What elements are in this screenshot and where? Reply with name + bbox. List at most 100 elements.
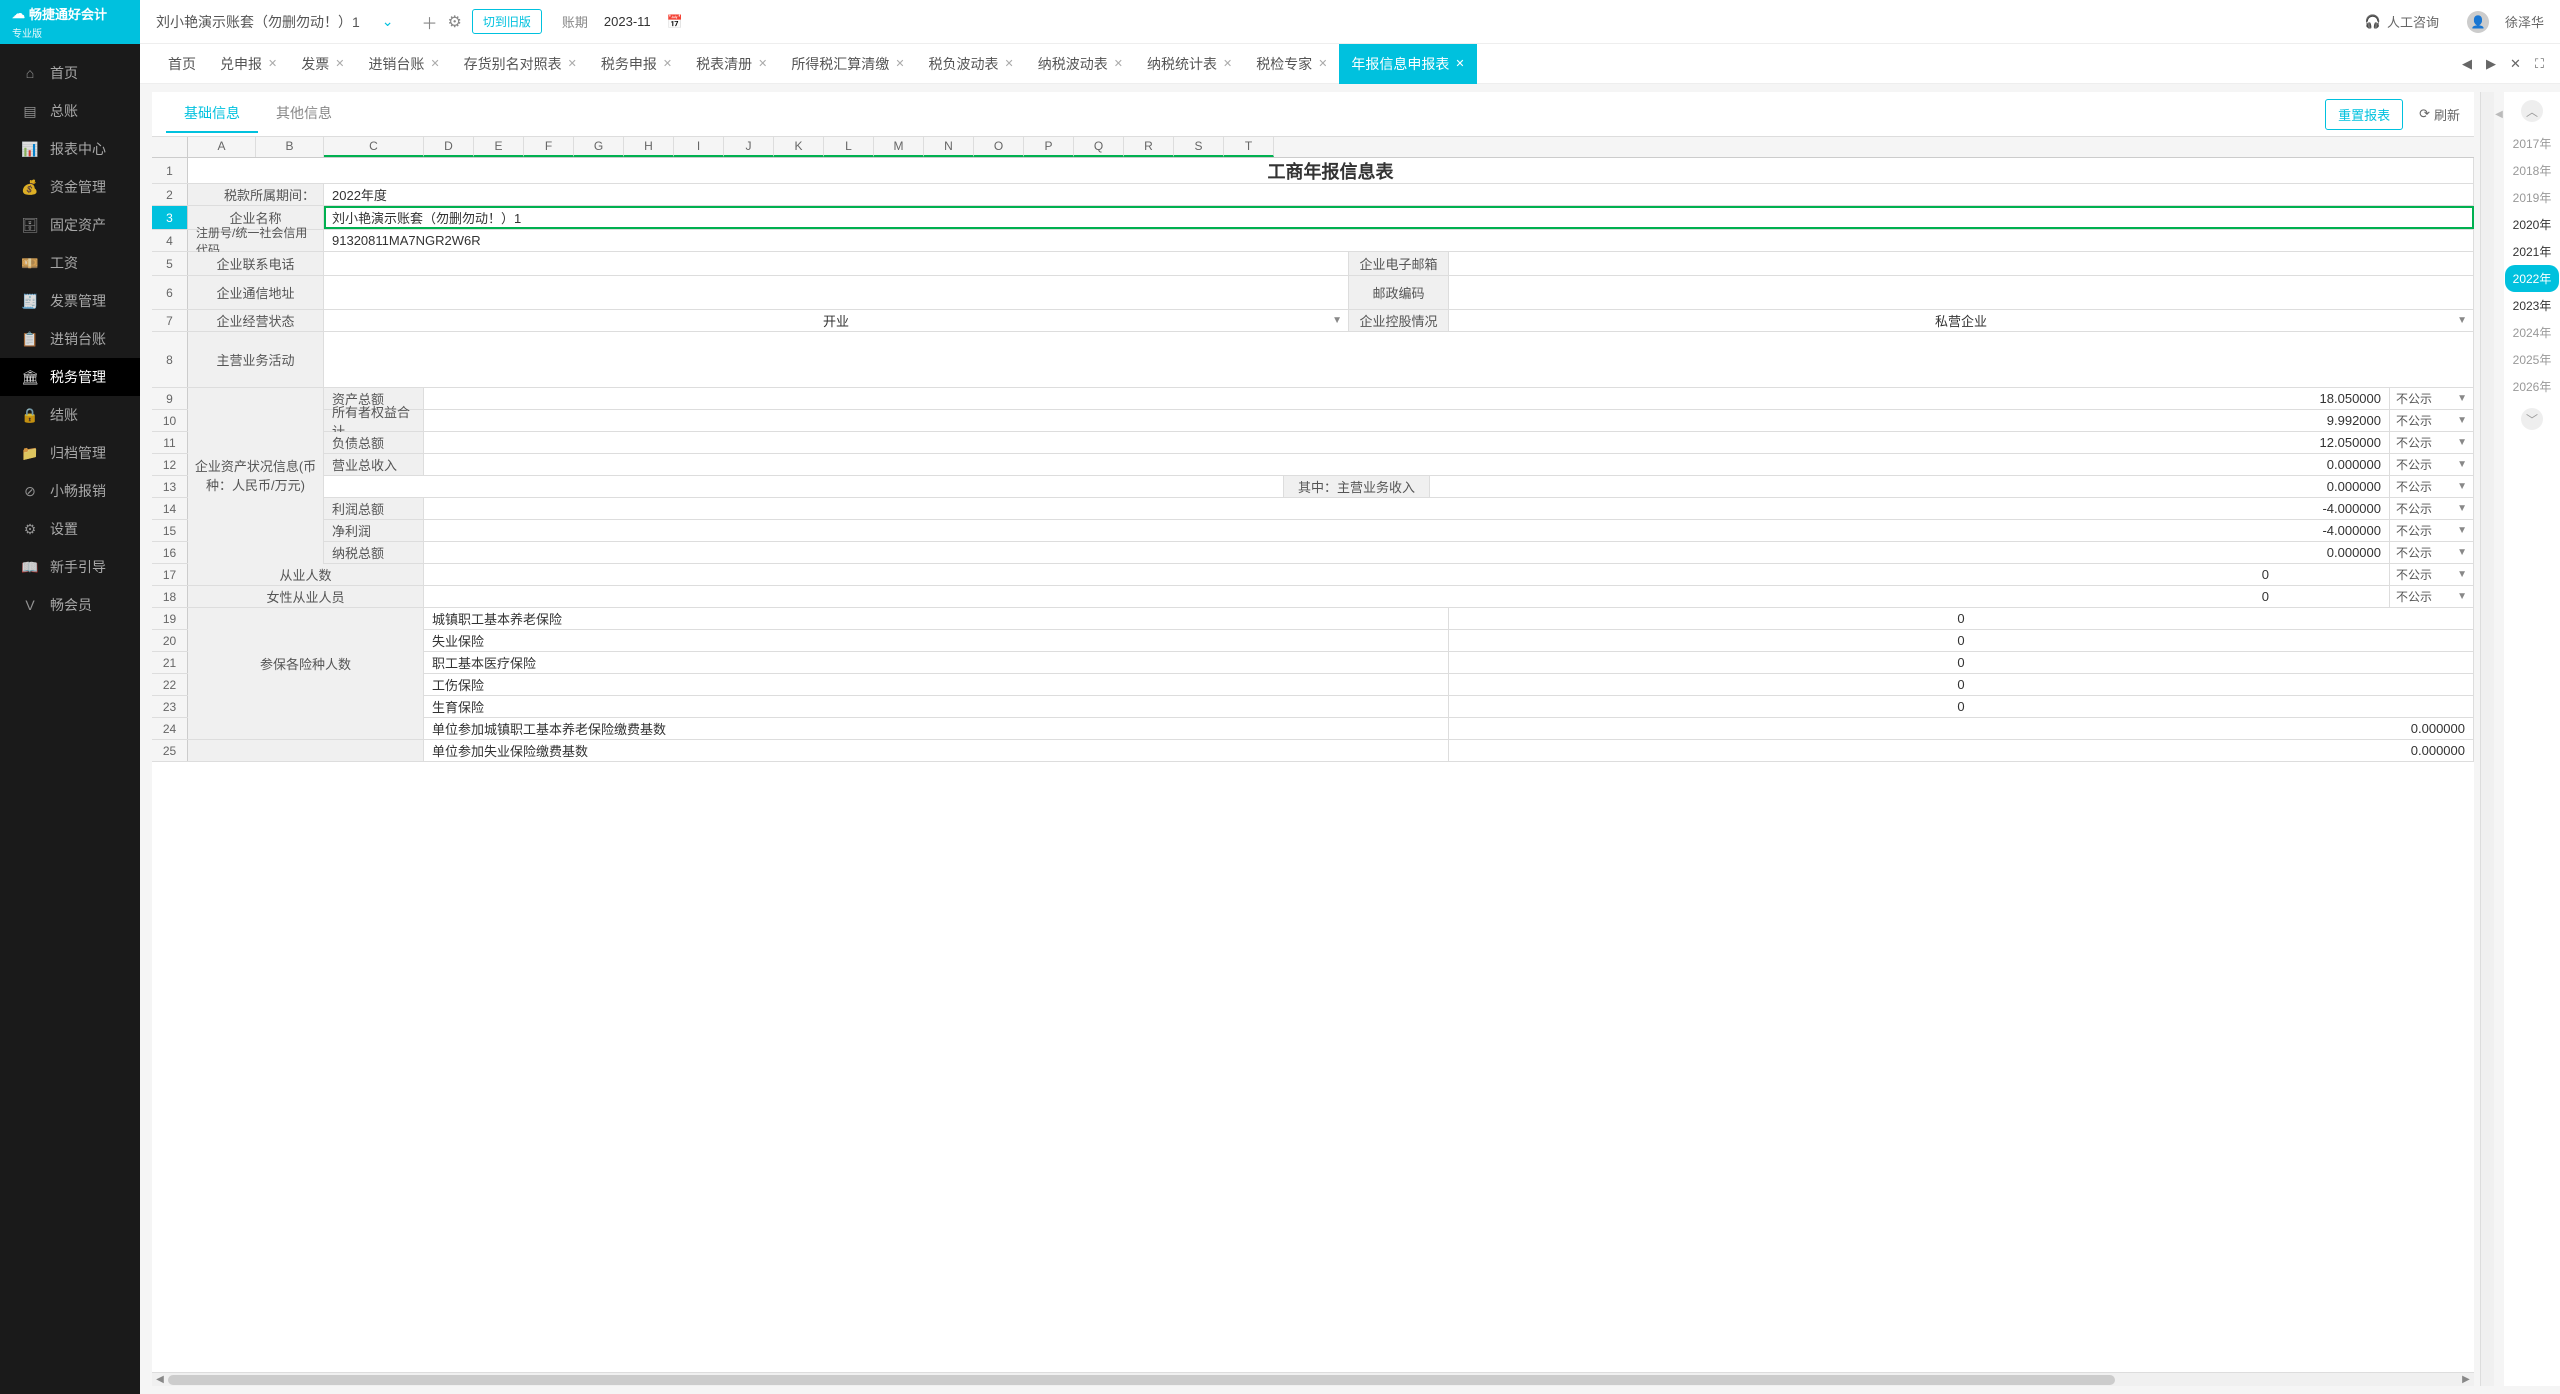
row-number[interactable]: 10 — [152, 410, 188, 431]
period-value[interactable]: 2023-11 — [604, 14, 651, 29]
close-icon[interactable]: ✕ — [1005, 57, 1014, 70]
publish-dropdown[interactable]: 不公示▼ — [2390, 542, 2474, 563]
row-number[interactable]: 25 — [152, 740, 188, 761]
year-up-icon[interactable]: ︿ — [2521, 100, 2543, 122]
nav-item-ledger[interactable]: ▤总账 — [0, 92, 140, 130]
publish-dropdown[interactable]: 不公示▼ — [2390, 410, 2474, 431]
plus-icon[interactable]: ＋ — [422, 10, 438, 34]
col-header[interactable]: P — [1024, 137, 1074, 157]
row-number[interactable]: 7 — [152, 310, 188, 331]
nav-item-invoice[interactable]: 🧾发票管理 — [0, 282, 140, 320]
col-header[interactable]: F — [524, 137, 574, 157]
company-name-cell[interactable]: 刘小艳演示账套（勿删勿动！）1 — [324, 206, 2474, 229]
publish-dropdown[interactable]: 不公示▼ — [2390, 564, 2474, 585]
tab-发票[interactable]: 发票✕ — [289, 44, 356, 84]
nav-item-gear[interactable]: ⚙设置 — [0, 510, 140, 548]
col-header[interactable]: J — [724, 137, 774, 157]
tabs-prev-icon[interactable]: ◀ — [2462, 56, 2472, 72]
calendar-icon[interactable]: 📅 — [667, 14, 683, 30]
col-header[interactable]: I — [674, 137, 724, 157]
row-number[interactable]: 21 — [152, 652, 188, 673]
switch-old-button[interactable]: 切到旧版 — [472, 9, 542, 34]
tab-税检专家[interactable]: 税检专家✕ — [1244, 44, 1339, 84]
row-number[interactable]: 18 — [152, 586, 188, 607]
close-icon[interactable]: ✕ — [663, 57, 672, 70]
col-header[interactable]: B — [256, 137, 324, 157]
row-number[interactable]: 8 — [152, 332, 188, 387]
col-header[interactable]: Q — [1074, 137, 1124, 157]
tab-纳税统计表[interactable]: 纳税统计表✕ — [1135, 44, 1244, 84]
row-number[interactable]: 22 — [152, 674, 188, 695]
row-number[interactable]: 1 — [152, 158, 188, 183]
row-number[interactable]: 5 — [152, 252, 188, 275]
col-header[interactable]: E — [474, 137, 524, 157]
gear-icon[interactable]: ⚙ — [448, 12, 462, 32]
username[interactable]: 徐泽华 — [2505, 12, 2544, 31]
col-header[interactable]: K — [774, 137, 824, 157]
year-option[interactable]: 2026年 — [2505, 373, 2560, 400]
row-number[interactable]: 14 — [152, 498, 188, 519]
close-icon[interactable]: ✕ — [268, 57, 277, 70]
nav-item-fund[interactable]: 💰资金管理 — [0, 168, 140, 206]
row-number[interactable]: 16 — [152, 542, 188, 563]
col-header[interactable]: M — [874, 137, 924, 157]
nav-item-chart[interactable]: 📊报表中心 — [0, 130, 140, 168]
horizontal-scrollbar[interactable]: ◀ ▶ — [152, 1372, 2474, 1386]
tabs-close-icon[interactable]: ✕ — [2510, 56, 2521, 72]
row-number[interactable]: 19 — [152, 608, 188, 629]
col-header[interactable]: S — [1174, 137, 1224, 157]
col-header[interactable]: G — [574, 137, 624, 157]
row-number[interactable]: 3 — [152, 206, 188, 229]
row-number[interactable]: 4 — [152, 230, 188, 251]
spreadsheet-grid[interactable]: ABCDEFGHIJKLMNOPQRST 1工商年报信息表2税款所属期间：202… — [152, 136, 2474, 1372]
year-option[interactable]: 2017年 — [2505, 130, 2560, 157]
col-header[interactable]: L — [824, 137, 874, 157]
row-number[interactable]: 12 — [152, 454, 188, 475]
nav-item-psi[interactable]: 📋进销台账 — [0, 320, 140, 358]
close-icon[interactable]: ✕ — [895, 57, 904, 70]
col-header[interactable]: T — [1224, 137, 1274, 157]
tab-basic-info[interactable]: 基础信息 — [166, 95, 258, 133]
row-number[interactable]: 24 — [152, 718, 188, 739]
nav-item-cancel[interactable]: ⊘小畅报销 — [0, 472, 140, 510]
close-icon[interactable]: ✕ — [1455, 57, 1464, 70]
fullscreen-icon[interactable]: ⛶ — [2535, 56, 2544, 72]
tabs-next-icon[interactable]: ▶ — [2486, 56, 2496, 72]
nav-item-close[interactable]: 🔒结账 — [0, 396, 140, 434]
close-icon[interactable]: ✕ — [1318, 57, 1327, 70]
publish-dropdown[interactable]: 不公示▼ — [2390, 476, 2474, 497]
year-option[interactable]: 2019年 — [2505, 184, 2560, 211]
tab-纳税波动表[interactable]: 纳税波动表✕ — [1026, 44, 1135, 84]
nav-item-salary[interactable]: 💴工资 — [0, 244, 140, 282]
publish-dropdown[interactable]: 不公示▼ — [2390, 586, 2474, 607]
col-header[interactable]: A — [188, 137, 256, 157]
year-option[interactable]: 2021年 — [2505, 238, 2560, 265]
year-option[interactable]: 2022年 — [2505, 265, 2560, 292]
year-option[interactable]: 2025年 — [2505, 346, 2560, 373]
tab-存货别名对照表[interactable]: 存货别名对照表✕ — [452, 44, 589, 84]
year-option[interactable]: 2024年 — [2505, 319, 2560, 346]
year-option[interactable]: 2023年 — [2505, 292, 2560, 319]
col-header[interactable]: N — [924, 137, 974, 157]
publish-dropdown[interactable]: 不公示▼ — [2390, 432, 2474, 453]
row-number[interactable]: 2 — [152, 184, 188, 205]
row-number[interactable]: 6 — [152, 276, 188, 309]
row-number[interactable]: 9 — [152, 388, 188, 409]
close-icon[interactable]: ✕ — [1223, 57, 1232, 70]
close-icon[interactable]: ✕ — [568, 57, 577, 70]
tab-所得税汇算清缴[interactable]: 所得税汇算清缴✕ — [779, 44, 916, 84]
publish-dropdown[interactable]: 不公示▼ — [2390, 454, 2474, 475]
nav-item-tax[interactable]: 🏛税务管理 — [0, 358, 140, 396]
year-panel-collapse[interactable]: ◀ — [2494, 92, 2504, 136]
vertical-scrollbar[interactable] — [2480, 92, 2494, 1386]
close-icon[interactable]: ✕ — [758, 57, 767, 70]
row-number[interactable]: 15 — [152, 520, 188, 541]
tab-税负波动表[interactable]: 税负波动表✕ — [917, 44, 1026, 84]
row-number[interactable]: 17 — [152, 564, 188, 585]
row-number[interactable]: 13 — [152, 476, 188, 497]
publish-dropdown[interactable]: 不公示▼ — [2390, 388, 2474, 409]
support-link[interactable]: 🎧人工咨询 — [2365, 12, 2439, 31]
nav-item-archive[interactable]: 📁归档管理 — [0, 434, 140, 472]
nav-item-guide[interactable]: 📖新手引导 — [0, 548, 140, 586]
col-header[interactable]: H — [624, 137, 674, 157]
